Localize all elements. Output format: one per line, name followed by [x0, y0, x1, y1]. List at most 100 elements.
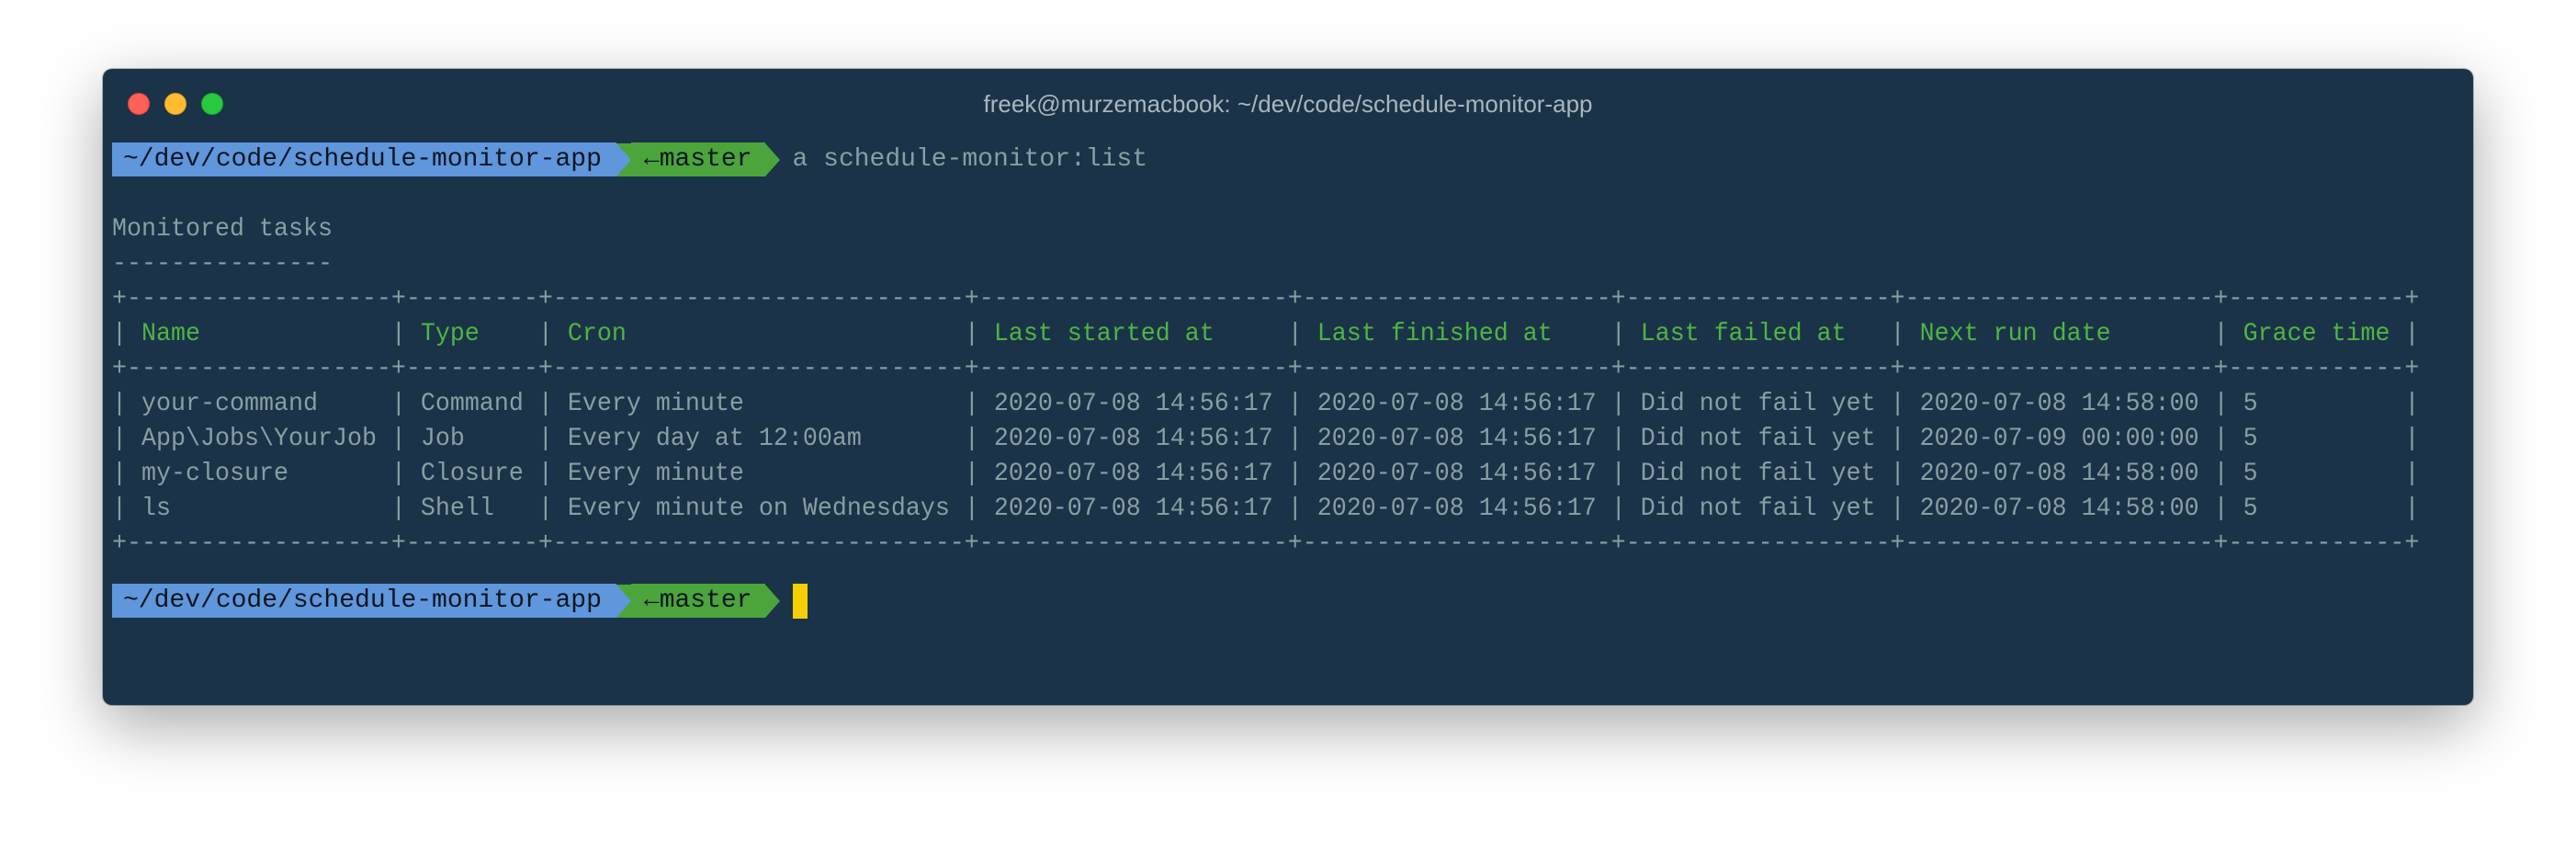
- column-separator: |: [523, 460, 568, 488]
- column-separator: |: [1875, 495, 1920, 523]
- window-title: freek@murzemacbook: ~/dev/code/schedule-…: [983, 90, 1593, 118]
- column-separator: |: [1596, 495, 1641, 523]
- column-separator: |: [2390, 390, 2420, 418]
- powerline-separator-icon: [764, 584, 780, 618]
- table-row: | ls | Shell | Every minute on Wednesday…: [112, 492, 2420, 527]
- column-separator: |: [523, 320, 568, 348]
- column-separator: |: [1272, 495, 1317, 523]
- table-cell: Job: [420, 425, 524, 453]
- table-cell: 2020-07-08 14:56:17: [1316, 425, 1597, 453]
- column-separator: |: [1596, 460, 1641, 488]
- powerline-separator-icon: [616, 142, 631, 176]
- table-cell: 2020-07-09 00:00:00: [1919, 425, 2199, 453]
- table-cell: 5: [2243, 460, 2390, 488]
- table-cell: 2020-07-08 14:56:17: [993, 390, 1273, 418]
- column-separator: |: [1272, 390, 1317, 418]
- table-cell: 2020-07-08 14:56:17: [1316, 460, 1597, 488]
- prompt-git-segment: ←master: [630, 142, 765, 176]
- branch-arrow-icon: ←: [643, 145, 660, 174]
- column-separator: |: [523, 390, 568, 418]
- table-border: +------------------+---------+----------…: [112, 285, 2420, 313]
- column-header: Next run date: [1919, 320, 2199, 348]
- table-cell: Shell: [420, 495, 524, 523]
- column-separator: |: [949, 495, 994, 523]
- prompt-directory-segment: ~/dev/code/schedule-monitor-app: [112, 142, 616, 176]
- column-separator: |: [112, 425, 141, 453]
- column-separator: |: [523, 425, 568, 453]
- column-separator: |: [1596, 425, 1641, 453]
- branch-arrow-icon: ←: [643, 586, 660, 615]
- prompt-git-segment: ←master: [630, 584, 765, 618]
- text-cursor[interactable]: [792, 583, 808, 619]
- column-separator: |: [1875, 320, 1920, 348]
- column-separator: |: [112, 460, 141, 488]
- powerline-separator-icon: [616, 584, 631, 618]
- shell-prompt: ~/dev/code/schedule-monitor-app ←master …: [112, 142, 1147, 176]
- column-separator: |: [112, 390, 141, 418]
- table-cell: 5: [2243, 495, 2390, 523]
- column-separator: |: [2390, 425, 2420, 453]
- column-separator: |: [2198, 390, 2243, 418]
- table-header-row: | Name | Type | Cron | Last started at |…: [112, 317, 2420, 352]
- prompt-branch: master: [659, 586, 752, 615]
- column-separator: |: [1272, 320, 1317, 348]
- column-separator: |: [1596, 320, 1641, 348]
- table-cell: Did not fail yet: [1640, 460, 1876, 488]
- column-separator: |: [112, 320, 141, 348]
- prompt-directory: ~/dev/code/schedule-monitor-app: [123, 145, 602, 174]
- column-separator: |: [376, 320, 421, 348]
- table-cell: Every day at 12:00am: [567, 425, 950, 453]
- column-separator: |: [376, 495, 421, 523]
- table-cell: Command: [420, 390, 524, 418]
- column-separator: |: [2198, 460, 2243, 488]
- table-cell: Closure: [420, 460, 524, 488]
- prompt-branch: master: [659, 145, 752, 174]
- table-border: +------------------+---------+----------…: [112, 355, 2420, 383]
- table-cell: 2020-07-08 14:56:17: [1316, 390, 1597, 418]
- table-cell: 2020-07-08 14:56:17: [1316, 495, 1597, 523]
- column-separator: |: [949, 390, 994, 418]
- table-cell: Every minute: [567, 390, 950, 418]
- prompt-directory-segment: ~/dev/code/schedule-monitor-app: [112, 584, 616, 618]
- column-header: Grace time: [2243, 320, 2390, 348]
- table-cell: 2020-07-08 14:56:17: [993, 460, 1273, 488]
- table-cell: my-closure: [141, 460, 377, 488]
- table-cell: 2020-07-08 14:58:00: [1919, 390, 2199, 418]
- column-header: Last finished at: [1316, 320, 1597, 348]
- table-row: | App\Jobs\YourJob | Job | Every day at …: [112, 422, 2420, 457]
- table-cell: 5: [2243, 425, 2390, 453]
- column-separator: |: [376, 425, 421, 453]
- column-separator: |: [112, 495, 141, 523]
- terminal-window: freek@murzemacbook: ~/dev/code/schedule-…: [103, 69, 2473, 705]
- column-separator: |: [523, 495, 568, 523]
- table-border: +------------------+---------+----------…: [112, 529, 2420, 558]
- table-cell: App\Jobs\YourJob: [141, 425, 377, 453]
- table-row: | my-closure | Closure | Every minute | …: [112, 457, 2420, 492]
- table-cell: your-command: [141, 390, 377, 418]
- column-separator: |: [376, 460, 421, 488]
- column-separator: |: [2390, 320, 2420, 348]
- table-cell: Every minute: [567, 460, 950, 488]
- table-cell: Did not fail yet: [1640, 425, 1876, 453]
- column-separator: |: [1875, 460, 1920, 488]
- table-cell: 2020-07-08 14:58:00: [1919, 460, 2199, 488]
- powerline-separator-icon: [764, 142, 780, 176]
- column-separator: |: [949, 425, 994, 453]
- column-header: Last failed at: [1640, 320, 1876, 348]
- column-separator: |: [376, 390, 421, 418]
- column-separator: |: [2198, 320, 2243, 348]
- column-separator: |: [1272, 425, 1317, 453]
- table-cell: Did not fail yet: [1640, 390, 1876, 418]
- prompt-command: a schedule-monitor:list: [792, 145, 1147, 174]
- column-separator: |: [2198, 425, 2243, 453]
- table-cell: ls: [141, 495, 377, 523]
- output-heading: Monitored tasks: [112, 215, 333, 244]
- column-header: Type: [420, 320, 524, 348]
- table-cell: Every minute on Wednesdays: [567, 495, 950, 523]
- column-separator: |: [2198, 495, 2243, 523]
- table-cell: 2020-07-08 14:58:00: [1919, 495, 2199, 523]
- table-cell: 2020-07-08 14:56:17: [993, 425, 1273, 453]
- column-separator: |: [1596, 390, 1641, 418]
- table-cell: Did not fail yet: [1640, 495, 1876, 523]
- table-row: | your-command | Command | Every minute …: [112, 387, 2420, 422]
